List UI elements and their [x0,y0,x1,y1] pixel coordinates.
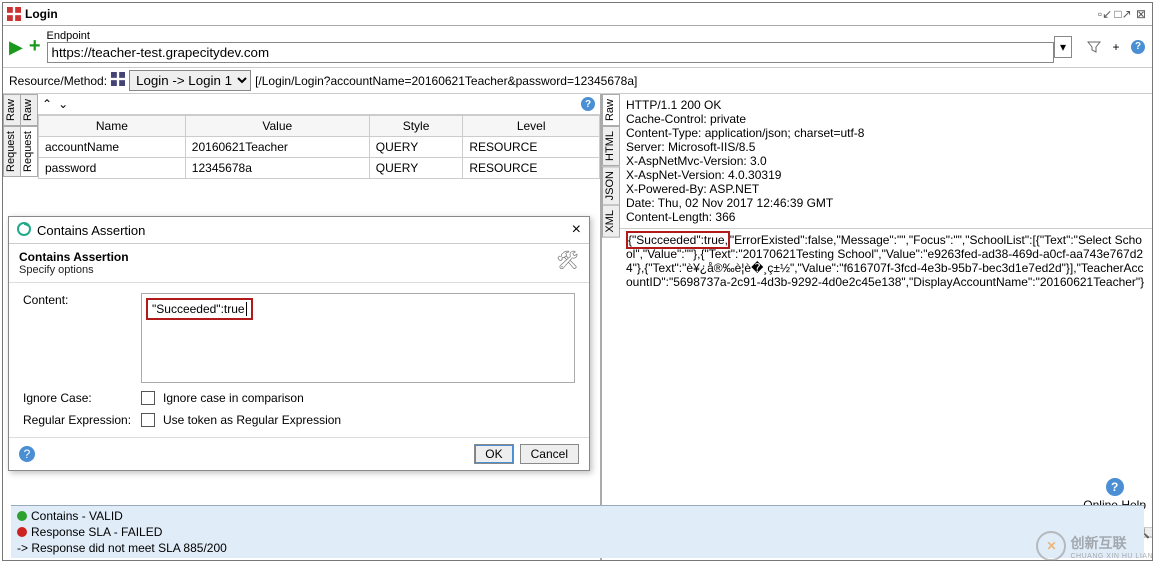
left-tab-raw[interactable]: Raw [3,94,21,126]
endpoint-row: ▶ + Endpoint ▾ + ? [3,26,1152,68]
status-sla: Response SLA - FAILED [31,525,162,539]
regex-label: Regular Expression: [23,413,133,427]
resource-method-row: Resource/Method: Login -> Login 1 [/Logi… [3,68,1152,94]
dialog-close-icon[interactable]: × [572,221,581,239]
status-sla-detail: -> Response did not meet SLA 885/200 [17,541,227,555]
dialog-subtitle: Contains Assertion [19,250,129,264]
status-dot-red [17,527,27,537]
collapse-up-icon[interactable]: ⌃ [42,97,52,111]
help-icon[interactable]: ? [1130,39,1146,55]
regex-checkbox[interactable] [141,413,155,427]
col-name: Name [39,116,186,137]
window-title: Login [25,7,58,21]
ignore-case-label: Ignore Case: [23,391,133,405]
status-contains: Contains - VALID [31,509,123,523]
watermark-py: CHUANG XIN HU LIAN [1070,553,1153,560]
resource-path: [/Login/Login?accountName=20160621Teache… [255,74,637,88]
help-icon[interactable]: ? [1106,478,1124,496]
params-table-wrap: Name Value Style Level accountName 20160… [38,115,600,179]
dialog-header: Contains Assertion Specify options 🛠 [9,244,589,283]
right-tab-xml[interactable]: XML [602,205,620,238]
run-button[interactable]: ▶ [9,38,23,56]
regex-text: Use token as Regular Expression [163,413,341,427]
inner-tab-raw[interactable]: Raw [20,94,38,126]
response-headers: HTTP/1.1 200 OK Cache-Control: private C… [620,94,1152,229]
ignore-case-checkbox[interactable] [141,391,155,405]
resource-method-label: Resource/Method: [9,74,107,88]
left-tab-request[interactable]: Request [3,126,21,177]
right-tab-json[interactable]: JSON [602,166,620,205]
resource-method-select[interactable]: Login -> Login 1 [129,70,251,91]
right-tab-html[interactable]: HTML [602,126,620,166]
response-body: {"Succeeded":true,"ErrorExisted":false,"… [620,229,1152,527]
help-icon-param[interactable]: ? [580,96,596,112]
cancel-button[interactable]: Cancel [520,444,579,464]
table-row[interactable]: accountName 20160621Teacher QUERY RESOUR… [39,137,600,158]
bottom-status: Contains - VALID Response SLA - FAILED -… [11,505,1144,558]
filter-icon[interactable] [1086,39,1102,55]
ok-button[interactable]: OK [474,444,513,464]
add-button[interactable]: + [29,35,41,58]
dialog-help-icon[interactable]: ? [19,446,35,462]
inner-tab-request[interactable]: Request [20,126,38,177]
resource-icon [111,72,125,89]
param-toolbar: ⌃ ⌄ ? [38,94,600,115]
expand-down-icon[interactable]: ⌄ [58,97,68,111]
watermark-cn: 创新互联 [1070,533,1153,553]
maximize-icon[interactable]: □↗ [1116,7,1130,21]
endpoint-dropdown[interactable]: ▾ [1054,36,1072,58]
minimize-icon[interactable]: ▫↙ [1098,7,1112,21]
dialog-title: Contains Assertion [37,223,145,238]
contains-assertion-dialog: Contains Assertion × Contains Assertion … [8,216,590,471]
dialog-titlebar: Contains Assertion × [9,217,589,244]
content-textarea[interactable]: "Succeeded":true [141,293,575,383]
params-table: Name Value Style Level accountName 20160… [38,115,600,179]
col-level: Level [463,116,600,137]
content-label: Content: [23,293,133,307]
status-dot-green [17,511,27,521]
window-titlebar: Login ▫↙ □↗ ⊠ [3,3,1152,26]
close-icon[interactable]: ⊠ [1134,7,1148,21]
wrench-icon[interactable]: 🛠 [556,250,579,271]
right-tab-raw[interactable]: Raw [602,94,620,126]
watermark: ✕ 创新互联 CHUANG XIN HU LIAN [1036,531,1153,561]
endpoint-input[interactable] [47,42,1054,63]
dialog-icon [17,222,31,239]
content-value-highlight: "Succeeded":true [146,298,253,320]
endpoint-label: Endpoint [47,30,1044,42]
ignore-case-text: Ignore case in comparison [163,391,304,405]
col-value: Value [185,116,369,137]
plus-filter-icon[interactable]: + [1108,39,1124,55]
app-icon [7,7,21,21]
table-row[interactable]: password 12345678a QUERY RESOURCE [39,158,600,179]
col-style: Style [369,116,463,137]
dialog-subtext: Specify options [19,264,129,276]
response-panel: Raw HTML JSON XML HTTP/1.1 200 OK Cache-… [601,94,1152,560]
